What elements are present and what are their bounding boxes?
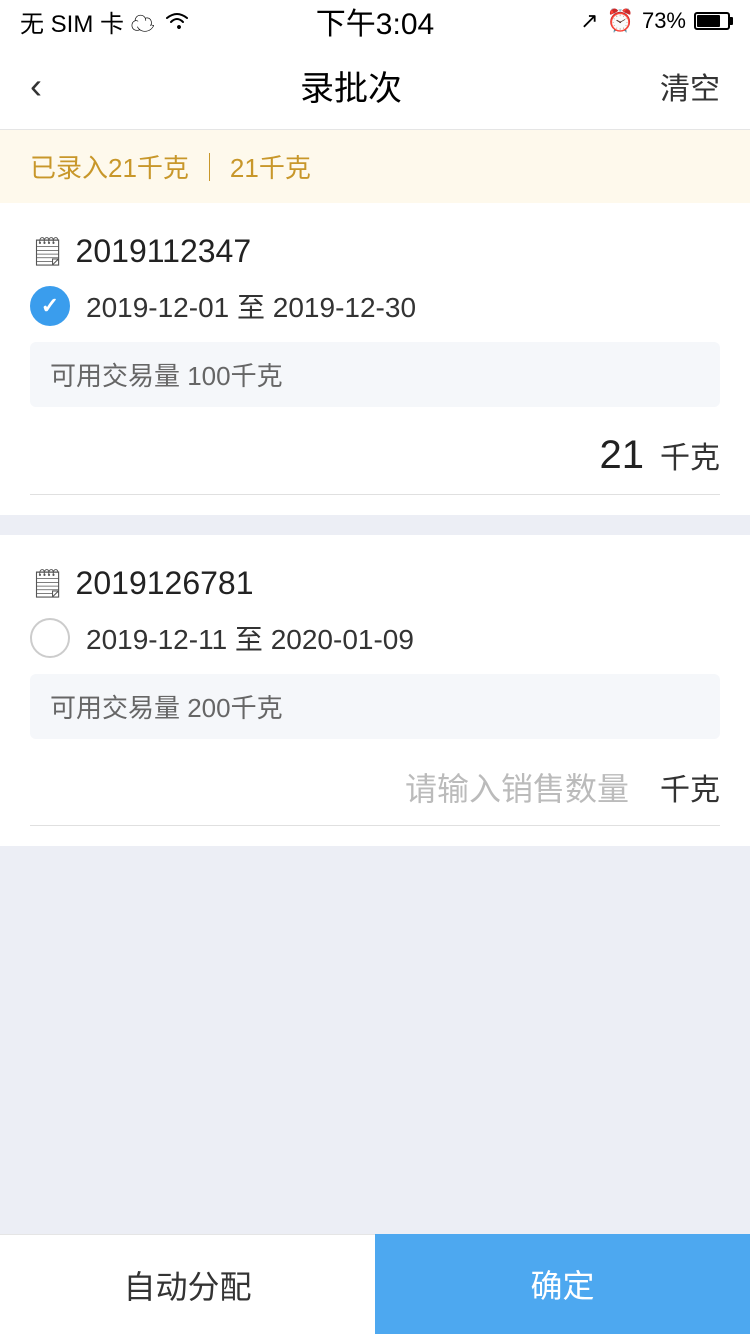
batch-2-radio[interactable]	[30, 618, 70, 658]
batch-1-header: 🗒 2019112347	[30, 233, 720, 270]
confirm-button[interactable]: 确定	[375, 1234, 750, 1334]
batch-2-id: 2019126781	[76, 565, 254, 602]
batch-2-icon: 🗒	[30, 567, 66, 600]
batch-2-input-row[interactable]: 千克	[30, 755, 720, 825]
batch-1-quantity: 21	[600, 433, 645, 478]
status-time: 下午3:04	[316, 0, 434, 43]
status-bar: 无 SIM 卡 ☁ 下午3:04 ↗ ⏰ 73%	[0, 0, 750, 42]
auto-distribute-button[interactable]: 自动分配	[0, 1234, 375, 1334]
summary-divider	[209, 153, 210, 181]
battery-icon	[694, 12, 730, 30]
batch-1-date: 2019-12-01 至 2019-12-30	[86, 286, 416, 326]
batch-card-2: 🗒 2019126781 2019-12-11 至 2020-01-09 可用交…	[0, 535, 750, 846]
batch-1-divider	[30, 494, 720, 495]
status-right: ↗ ⏰ 73%	[580, 8, 730, 34]
batch-2-row[interactable]: 2019-12-11 至 2020-01-09	[30, 618, 720, 658]
summary-bar: 已录入21千克 21千克	[0, 130, 750, 203]
batch-2-date: 2019-12-11 至 2020-01-09	[86, 618, 414, 658]
alarm-icon: ⏰	[607, 8, 634, 34]
status-left: 无 SIM 卡 ☁	[20, 4, 191, 39]
batch-1-icon: 🗒	[30, 235, 66, 268]
quantity-input-2[interactable]	[30, 771, 644, 808]
recorded-label: 已录入21千克	[30, 148, 189, 185]
empty-area	[0, 846, 750, 1286]
batch-2-avail: 可用交易量 200千克	[30, 674, 720, 739]
batch-card-1: 🗒 2019112347 2019-12-01 至 2019-12-30 可用交…	[0, 203, 750, 515]
bottom-bar: 自动分配 确定	[0, 1234, 750, 1334]
batch-1-row[interactable]: 2019-12-01 至 2019-12-30	[30, 286, 720, 326]
summary-value: 21千克	[230, 148, 311, 185]
location-icon: ↗	[580, 8, 598, 34]
batch-1-quantity-row: 21 千克	[30, 423, 720, 494]
sim-label: 无 SIM 卡 ☁	[20, 4, 155, 39]
batch-1-avail: 可用交易量 100千克	[30, 342, 720, 407]
wifi-icon	[163, 11, 191, 31]
batch-1-id: 2019112347	[76, 233, 252, 270]
section-gap	[0, 515, 750, 535]
batch-2-divider	[30, 825, 720, 826]
page-title: 录批次	[300, 61, 402, 110]
battery-percent: 73%	[642, 8, 686, 34]
nav-bar: ‹ 录批次 清空	[0, 42, 750, 130]
back-button[interactable]: ‹	[30, 65, 42, 107]
batch-2-header: 🗒 2019126781	[30, 565, 720, 602]
clear-button[interactable]: 清空	[660, 64, 720, 108]
batch-1-radio[interactable]	[30, 286, 70, 326]
batch-2-unit: 千克	[660, 765, 720, 809]
batch-1-unit: 千克	[660, 433, 720, 477]
